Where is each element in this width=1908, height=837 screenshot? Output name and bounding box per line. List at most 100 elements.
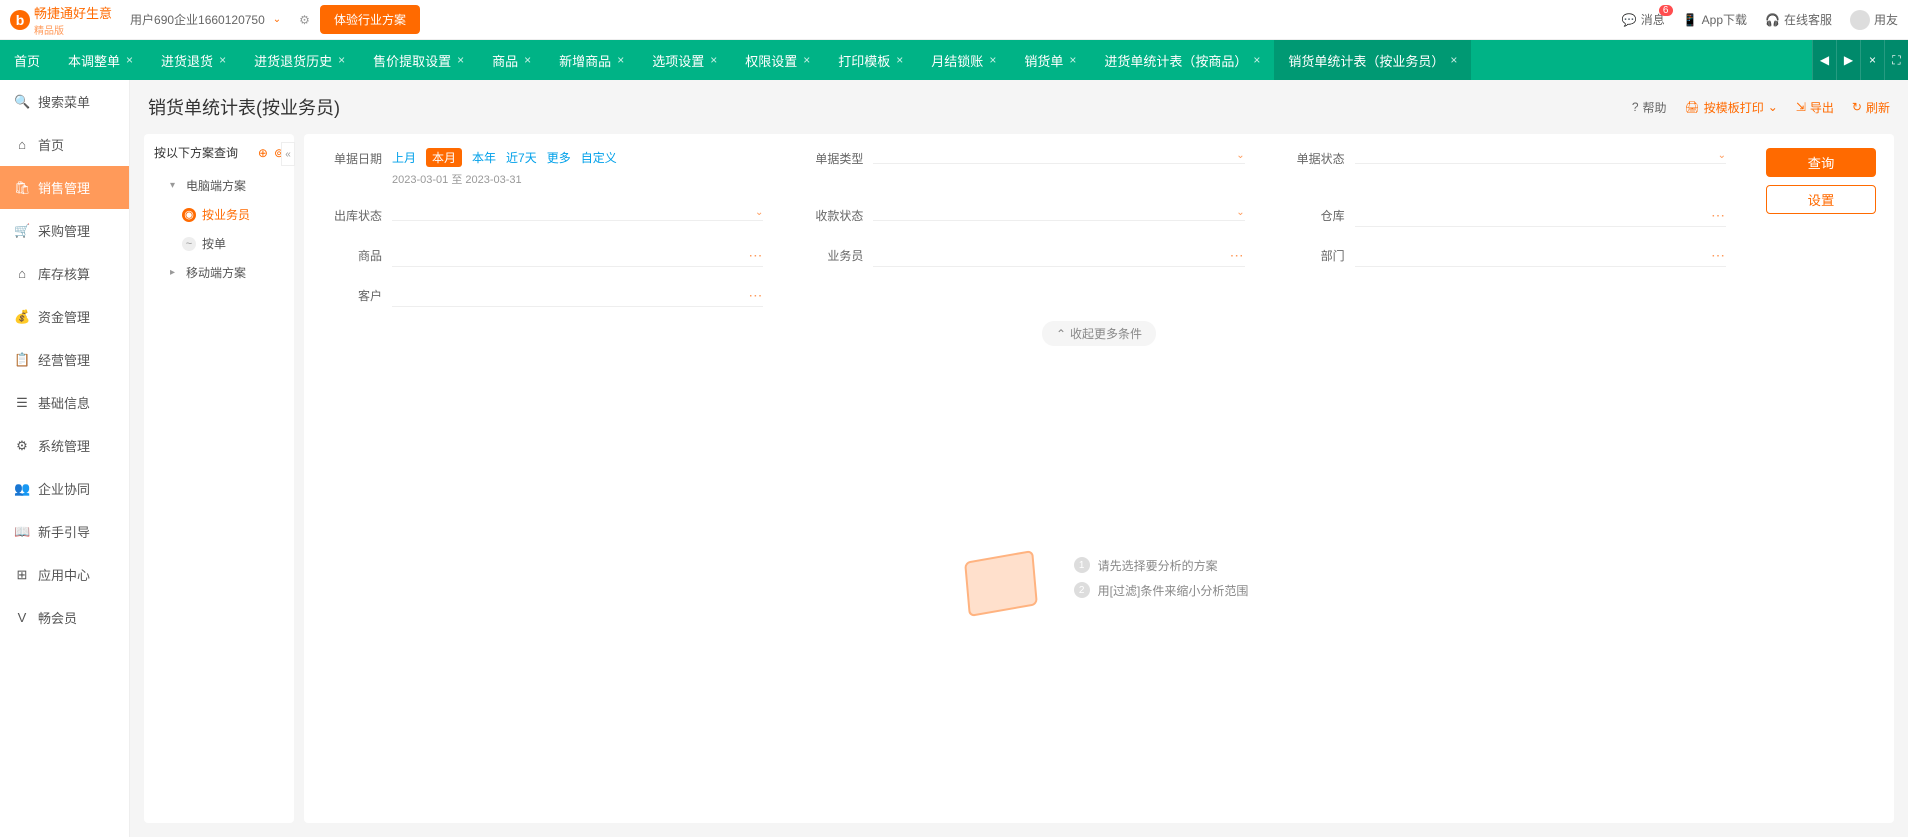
org-select[interactable]: 用户690企业1660120750 ⌄ (122, 7, 289, 32)
close-icon[interactable]: × (617, 53, 624, 67)
nav-icon: 🛍 (14, 180, 30, 196)
sidebar-item-11[interactable]: ⊞应用中心 (0, 553, 129, 596)
gear-icon[interactable]: ⚙ (299, 13, 310, 27)
scheme-group-1[interactable]: ▸移动端方案 (154, 258, 284, 287)
scheme-item-0-1[interactable]: ~按单 (154, 229, 284, 258)
body-row: 按以下方案查询 ⊕ ⊚ « ▾电脑端方案◉按业务员~按单▸移动端方案 单据日期 … (130, 134, 1908, 837)
scheme-item-0-0[interactable]: ◉按业务员 (154, 200, 284, 229)
sidebar-item-2[interactable]: 🛍销售管理 (0, 166, 129, 209)
nav-icon: ☰ (14, 395, 30, 411)
close-icon[interactable]: × (803, 53, 810, 67)
close-icon[interactable]: × (1450, 53, 1457, 67)
close-icon[interactable]: × (710, 53, 717, 67)
filter-panel: 单据日期 上月本月本年近7天更多自定义 2023-03-01 至 2023-03… (304, 134, 1894, 823)
sidebar-item-0[interactable]: 🔍搜索菜单 (0, 80, 129, 123)
more-icon: ⋯ (748, 247, 763, 264)
query-button[interactable]: 查询 (1766, 148, 1876, 177)
date-range-本月[interactable]: 本月 (426, 148, 462, 167)
cta-button[interactable]: 体验行业方案 (320, 5, 420, 34)
chevron-down-icon: ⌄ (1236, 207, 1244, 218)
tab-13[interactable]: 销货单统计表（按业务员）× (1274, 40, 1471, 80)
setting-button[interactable]: 设置 (1766, 185, 1876, 214)
tab-6[interactable]: 新增商品× (545, 40, 638, 80)
bill-status-select[interactable]: ⌄ (1355, 148, 1726, 164)
tab-1[interactable]: 本调整单× (54, 40, 147, 80)
tab-4[interactable]: 售价提取设置× (359, 40, 478, 80)
customer-select[interactable]: ⋯ (392, 285, 763, 307)
user-menu[interactable]: 用友 (1850, 10, 1898, 30)
export-action[interactable]: ⇲导出 (1796, 99, 1834, 116)
sidebar-item-5[interactable]: 💰资金管理 (0, 295, 129, 338)
collapse-filters-button[interactable]: ⌃ 收起更多条件 (1042, 321, 1156, 346)
tab-8[interactable]: 权限设置× (731, 40, 824, 80)
nav-icon: V (14, 610, 30, 625)
filter-goods: 商品 ⋯ (322, 245, 763, 267)
collapse-scheme-button[interactable]: « (281, 142, 295, 166)
out-status-select[interactable]: ⌄ (392, 205, 763, 221)
tab-7[interactable]: 选项设置× (638, 40, 731, 80)
chevron-up-icon: ⌃ (1056, 327, 1066, 341)
tab-close-all[interactable]: × (1860, 40, 1884, 80)
scheme-group-0[interactable]: ▾电脑端方案 (154, 171, 284, 200)
page-header: 销货单统计表(按业务员) ?帮助 🖨按模板打印 ⌄ ⇲导出 ↻刷新 (130, 80, 1908, 134)
tab-10[interactable]: 月结锁账× (917, 40, 1010, 80)
close-icon[interactable]: × (219, 53, 226, 67)
close-icon[interactable]: × (1069, 53, 1076, 67)
add-scheme-icon[interactable]: ⊕ (258, 146, 268, 160)
sidebar-item-6[interactable]: 📋经营管理 (0, 338, 129, 381)
pay-status-select[interactable]: ⌄ (873, 205, 1244, 221)
tab-prev[interactable]: ◀ (1812, 40, 1836, 80)
close-icon[interactable]: × (896, 53, 903, 67)
app-download-link[interactable]: 📱 App下载 (1683, 11, 1747, 28)
filter-dept: 部门 ⋯ (1285, 245, 1726, 267)
empty-illustration (950, 528, 1050, 628)
date-range-更多[interactable]: 更多 (547, 149, 571, 166)
date-range-自定义[interactable]: 自定义 (581, 149, 617, 166)
messages-link[interactable]: 💬 消息 6 (1622, 11, 1665, 28)
sidebar-item-1[interactable]: ⌂首页 (0, 123, 129, 166)
tab-3[interactable]: 进货退货历史× (240, 40, 359, 80)
tab-11[interactable]: 销货单× (1010, 40, 1090, 80)
sidebar-item-10[interactable]: 📖新手引导 (0, 510, 129, 553)
date-range-上月[interactable]: 上月 (392, 149, 416, 166)
help-action[interactable]: ?帮助 (1632, 99, 1667, 116)
chevron-down-icon: ⌄ (1236, 150, 1244, 161)
nav-icon: 🔍 (14, 94, 30, 110)
tab-5[interactable]: 商品× (478, 40, 545, 80)
chevron-down-icon: ⌄ (1768, 100, 1778, 114)
bill-type-select[interactable]: ⌄ (873, 148, 1244, 164)
close-icon[interactable]: × (457, 53, 464, 67)
nav-icon: ⚙ (14, 438, 30, 454)
goods-select[interactable]: ⋯ (392, 245, 763, 267)
print-action[interactable]: 🖨按模板打印 ⌄ (1685, 99, 1778, 116)
tab-9[interactable]: 打印模板× (824, 40, 917, 80)
filter-pay-status: 收款状态 ⌄ (803, 205, 1244, 224)
tab-12[interactable]: 进货单统计表（按商品）× (1090, 40, 1274, 80)
tab-next[interactable]: ▶ (1836, 40, 1860, 80)
date-range-本年[interactable]: 本年 (472, 149, 496, 166)
sidebar-item-4[interactable]: ⌂库存核算 (0, 252, 129, 295)
sidebar-item-9[interactable]: 👥企业协同 (0, 467, 129, 510)
close-icon[interactable]: × (126, 53, 133, 67)
date-range-近7天[interactable]: 近7天 (506, 149, 537, 166)
dept-select[interactable]: ⋯ (1355, 245, 1726, 267)
refresh-action[interactable]: ↻刷新 (1852, 99, 1890, 116)
close-icon[interactable]: × (989, 53, 996, 67)
sidebar: 🔍搜索菜单⌂首页🛍销售管理🛒采购管理⌂库存核算💰资金管理📋经营管理☰基础信息⚙系… (0, 80, 130, 837)
sidebar-item-8[interactable]: ⚙系统管理 (0, 424, 129, 467)
sidebar-item-7[interactable]: ☰基础信息 (0, 381, 129, 424)
support-link[interactable]: 🎧 在线客服 (1765, 11, 1832, 28)
warehouse-select[interactable]: ⋯ (1355, 205, 1726, 227)
tab-0[interactable]: 首页 (0, 40, 54, 80)
salesman-select[interactable]: ⋯ (873, 245, 1244, 267)
close-icon[interactable]: × (338, 53, 345, 67)
tab-fullscreen[interactable]: ⛶ (1884, 40, 1908, 80)
tab-2[interactable]: 进货退货× (147, 40, 240, 80)
sidebar-item-12[interactable]: V畅会员 (0, 596, 129, 639)
filter-bill-type: 单据类型 ⌄ (803, 148, 1244, 167)
close-icon[interactable]: × (1253, 53, 1260, 67)
close-icon[interactable]: × (524, 53, 531, 67)
chevron-down-icon: ⌄ (273, 14, 281, 25)
top-right: 💬 消息 6 📱 App下载 🎧 在线客服 用友 (1622, 10, 1898, 30)
sidebar-item-3[interactable]: 🛒采购管理 (0, 209, 129, 252)
